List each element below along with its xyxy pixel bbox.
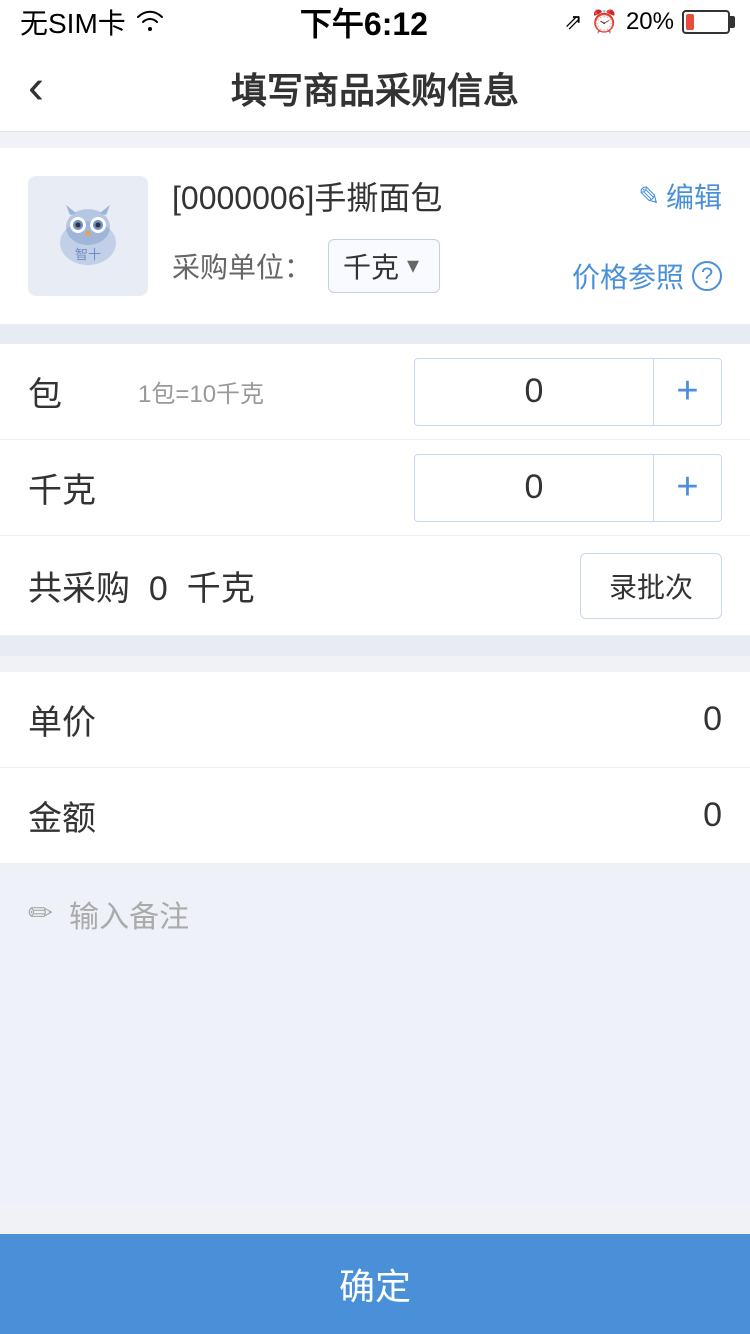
- price-ref-button[interactable]: 价格参照 ?: [572, 256, 722, 296]
- summary-value: 0: [149, 570, 168, 608]
- help-icon: ?: [692, 261, 722, 291]
- kg-input-row: 千克 0 +: [0, 440, 750, 536]
- edit-button[interactable]: ✎ 编辑: [638, 176, 722, 216]
- bao-label: 包: [28, 367, 128, 416]
- status-left: 无SIM卡: [20, 2, 164, 42]
- page-title: 填写商品采购信息: [231, 62, 519, 114]
- chevron-down-icon: ▾: [407, 251, 419, 280]
- bao-input[interactable]: 0: [414, 358, 654, 426]
- edit-label: 编辑: [666, 176, 722, 216]
- amount-value: 0: [703, 796, 722, 835]
- battery-percent: 20%: [626, 8, 674, 36]
- bao-input-wrapper: 0 +: [414, 358, 722, 426]
- carrier-label: 无SIM卡: [20, 2, 126, 42]
- bao-plus-button[interactable]: +: [654, 358, 722, 426]
- unit-price-row: 单价 0: [0, 672, 750, 768]
- price-ref-label: 价格参照: [572, 256, 684, 296]
- amount-label: 金额: [28, 791, 96, 840]
- battery-icon: [682, 10, 730, 34]
- remark-section[interactable]: ✏ 输入备注: [0, 864, 750, 1204]
- product-logo: 智十: [48, 201, 128, 271]
- section-divider-1: [0, 324, 750, 344]
- record-batch-button[interactable]: 录批次: [580, 553, 722, 619]
- back-button[interactable]: ‹: [28, 60, 44, 115]
- pencil-icon: ✏: [28, 896, 53, 931]
- status-right: ⇗ ⏰ 20%: [564, 8, 730, 36]
- wifi-icon: [136, 6, 164, 38]
- kg-plus-button[interactable]: +: [654, 454, 722, 522]
- location-icon: ⇗: [564, 9, 582, 35]
- unit-select[interactable]: 千克 ▾: [328, 239, 440, 293]
- summary-text: 共采购 0 千克: [28, 561, 255, 610]
- summary-row: 共采购 0 千克 录批次: [0, 536, 750, 636]
- status-time: 下午6:12: [300, 0, 428, 45]
- edit-icon: ✎: [638, 181, 660, 212]
- unit-price-value: 0: [703, 700, 722, 739]
- unit-price-label: 单价: [28, 695, 96, 744]
- remark-placeholder: 输入备注: [69, 892, 189, 936]
- kg-input-wrapper: 0 +: [414, 454, 722, 522]
- kg-input[interactable]: 0: [414, 454, 654, 522]
- product-image: 智十: [28, 176, 148, 296]
- svg-text:智十: 智十: [75, 247, 101, 262]
- input-section: 包 1包=10千克 0 + 千克 0 + 共采购 0 千克 录批次: [0, 344, 750, 636]
- alarm-icon: ⏰: [591, 9, 618, 35]
- kg-label: 千克: [28, 463, 128, 512]
- bao-sublabel: 1包=10千克: [138, 374, 264, 409]
- bao-input-row: 包 1包=10千克 0 +: [0, 344, 750, 440]
- nav-bar: ‹ 填写商品采购信息: [0, 44, 750, 132]
- price-amount-section: 单价 0 金额 0: [0, 672, 750, 864]
- unit-value: 千克: [343, 246, 399, 286]
- summary-unit: 千克: [187, 570, 255, 608]
- product-card: 智十 [0000006]手撕面包 采购单位： 千克 ▾ ✎ 编辑 价格参照 ?: [0, 148, 750, 324]
- status-bar: 无SIM卡 下午6:12 ⇗ ⏰ 20%: [0, 0, 750, 44]
- purchase-unit-label: 采购单位：: [172, 246, 312, 286]
- summary-prefix: 共采购: [28, 570, 130, 608]
- confirm-button[interactable]: 确定: [0, 1234, 750, 1334]
- section-divider-2: [0, 636, 750, 656]
- price-ref-area: 价格参照 ?: [572, 256, 722, 296]
- amount-row: 金额 0: [0, 768, 750, 864]
